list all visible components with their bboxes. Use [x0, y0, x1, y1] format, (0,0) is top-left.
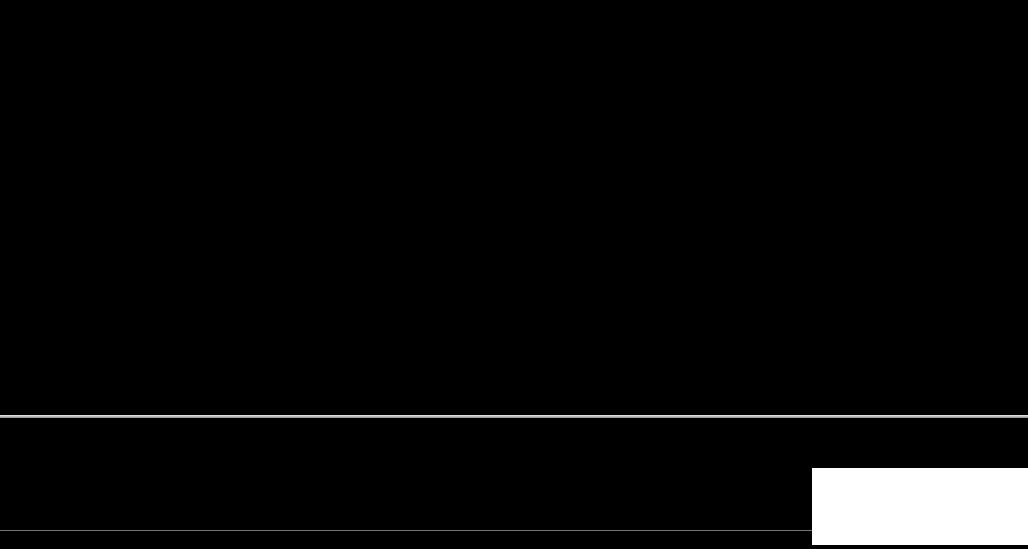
main-price-chart[interactable]: [0, 0, 996, 416]
mt4-chart-window: [0, 0, 1028, 549]
indicator-label: [7, 420, 17, 432]
chart-title: [6, 3, 30, 15]
watermark: [812, 468, 1028, 545]
price-axis-scale[interactable]: [996, 0, 1028, 549]
pane-separator[interactable]: [0, 415, 1028, 418]
